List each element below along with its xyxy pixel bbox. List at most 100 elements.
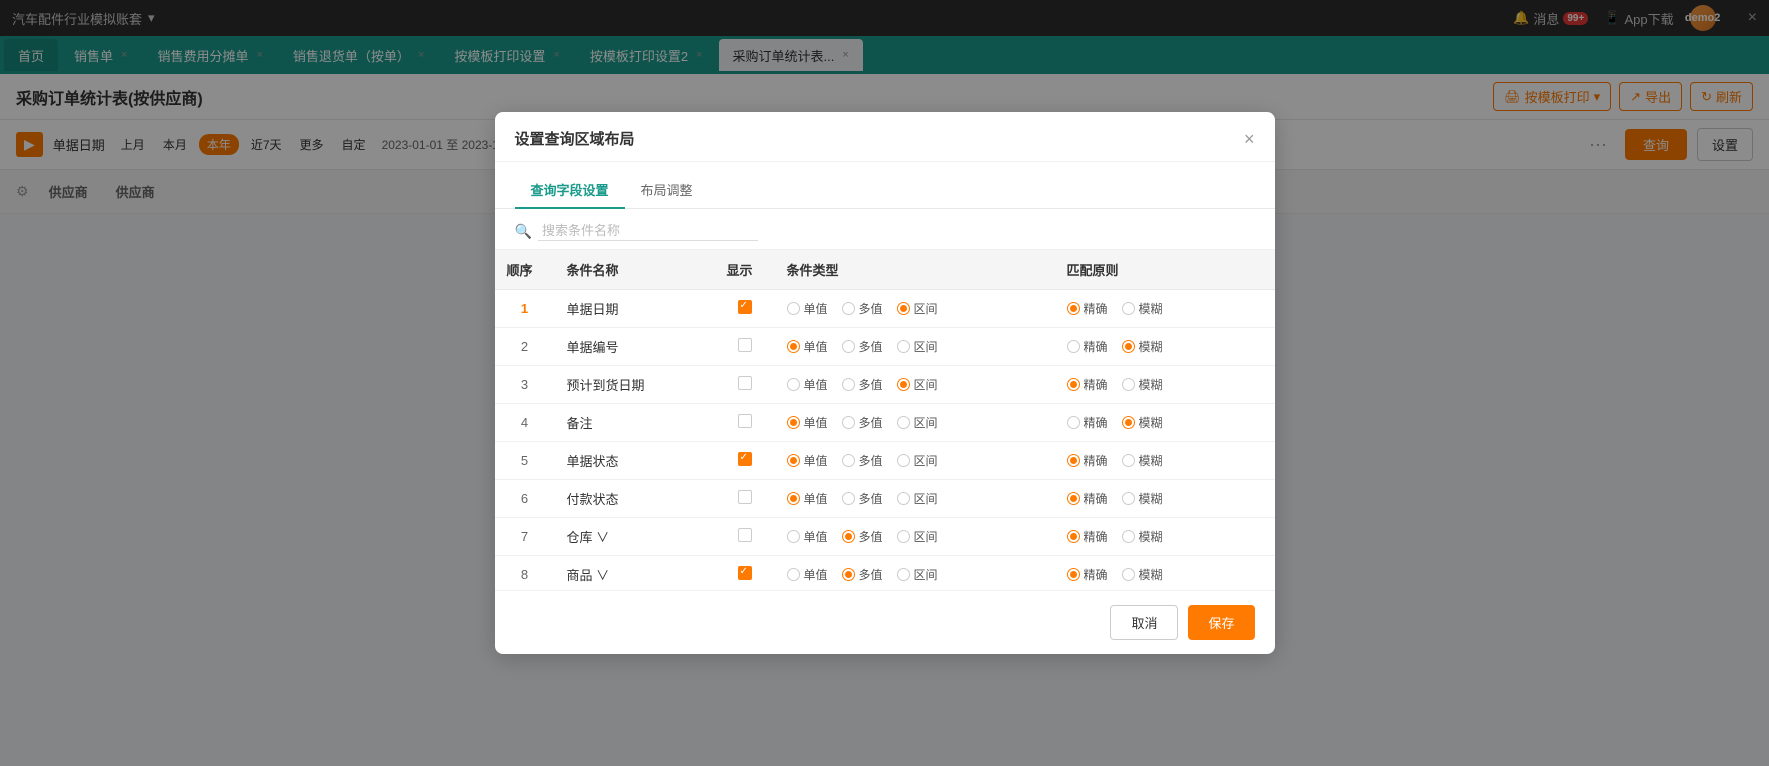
row-display-checkbox[interactable] (715, 556, 775, 591)
radio-label: 区间 (914, 452, 938, 469)
match-radio-item[interactable]: 精确 (1067, 376, 1108, 393)
type-radio-item[interactable]: 区间 (897, 566, 938, 583)
type-radio-item[interactable]: 单值 (787, 414, 828, 431)
radio-label: 区间 (914, 528, 938, 545)
radio-label: 区间 (914, 338, 938, 355)
row-display-checkbox[interactable] (715, 518, 775, 556)
row-name: 单据状态 (555, 442, 715, 480)
type-radio-item[interactable]: 多值 (842, 452, 883, 469)
match-radio-item[interactable]: 模糊 (1122, 414, 1163, 431)
type-radio-item[interactable]: 单值 (787, 300, 828, 317)
radio-label: 区间 (914, 566, 938, 583)
type-radio-item[interactable]: 多值 (842, 566, 883, 583)
match-radio-item[interactable]: 精确 (1067, 452, 1108, 469)
radio-icon (1122, 416, 1135, 429)
type-radio-item[interactable]: 多值 (842, 414, 883, 431)
type-radio-item[interactable]: 多值 (842, 300, 883, 317)
row-name: 单据编号 (555, 328, 715, 366)
display-checkbox[interactable] (738, 300, 752, 314)
match-radio-item[interactable]: 模糊 (1122, 528, 1163, 545)
row-match: 精确模糊 (1055, 556, 1275, 591)
type-radio-item[interactable]: 单值 (787, 376, 828, 393)
row-type: 单值多值 区间 (775, 328, 1055, 366)
type-radio-item[interactable]: 单值 (787, 528, 828, 545)
tab-query-fields[interactable]: 查询字段设置 (515, 172, 625, 209)
match-radio-item[interactable]: 模糊 (1122, 376, 1163, 393)
radio-label: 单值 (804, 452, 828, 469)
radio-label: 多值 (859, 566, 883, 583)
radio-icon (787, 340, 800, 353)
type-radio-item[interactable]: 区间 (897, 376, 938, 393)
tab-layout-adjust[interactable]: 布局调整 (625, 172, 709, 209)
cancel-button[interactable]: 取消 (1110, 605, 1178, 640)
display-checkbox[interactable] (738, 414, 752, 428)
display-checkbox[interactable] (738, 566, 752, 580)
display-checkbox[interactable] (738, 338, 752, 352)
table-row: 2单据编号单值多值区间精确模糊 (495, 328, 1275, 366)
match-radio-item[interactable]: 精确 (1067, 566, 1108, 583)
row-display-checkbox[interactable] (715, 404, 775, 442)
search-input[interactable] (538, 221, 758, 241)
row-match: 精确 模糊 (1055, 480, 1275, 518)
radio-icon (1067, 492, 1080, 505)
type-radio-item[interactable]: 区间 (897, 338, 938, 355)
match-radio-item[interactable]: 模糊 (1122, 490, 1163, 507)
row-order: 4 (495, 404, 555, 442)
display-checkbox[interactable] (738, 376, 752, 390)
type-radio-item[interactable]: 多值 (842, 490, 883, 507)
type-radio-item[interactable]: 多值 (842, 338, 883, 355)
radio-label: 精确 (1084, 452, 1108, 469)
radio-icon (897, 454, 910, 467)
config-table-scroll[interactable]: 顺序 条件名称 显示 条件类型 匹配原则 1单据日期单值多值区间精确模糊2单据编… (495, 250, 1275, 590)
row-display-checkbox[interactable] (715, 366, 775, 404)
radio-label: 精确 (1084, 490, 1108, 507)
type-radio-item[interactable]: 区间 (897, 490, 938, 507)
radio-label: 区间 (914, 376, 938, 393)
radio-icon (897, 492, 910, 505)
radio-label: 单值 (804, 338, 828, 355)
type-radio-item[interactable]: 多值 (842, 376, 883, 393)
radio-label: 多值 (859, 376, 883, 393)
row-display-checkbox[interactable] (715, 480, 775, 518)
type-radio-item[interactable]: 区间 (897, 300, 938, 317)
save-button[interactable]: 保存 (1188, 605, 1254, 640)
radio-label: 单值 (804, 566, 828, 583)
match-radio-item[interactable]: 模糊 (1122, 566, 1163, 583)
row-name: 付款状态 (555, 480, 715, 518)
type-radio-item[interactable]: 区间 (897, 452, 938, 469)
display-checkbox[interactable] (738, 452, 752, 466)
match-radio-item[interactable]: 模糊 (1122, 300, 1163, 317)
type-radio-item[interactable]: 多值 (842, 528, 883, 545)
row-display-checkbox[interactable] (715, 442, 775, 480)
radio-label: 区间 (914, 414, 938, 431)
radio-label: 模糊 (1139, 490, 1163, 507)
radio-icon (787, 492, 800, 505)
row-order: 3 (495, 366, 555, 404)
match-radio-item[interactable]: 模糊 (1122, 452, 1163, 469)
radio-icon (787, 378, 800, 391)
match-radio-item[interactable]: 精确 (1067, 490, 1108, 507)
modal-close-button[interactable]: × (1244, 130, 1255, 148)
type-radio-item[interactable]: 单值 (787, 566, 828, 583)
radio-icon (1067, 302, 1080, 315)
row-display-checkbox[interactable] (715, 290, 775, 328)
type-radio-item[interactable]: 单值 (787, 338, 828, 355)
match-radio-item[interactable]: 精确 (1067, 338, 1108, 355)
radio-icon (1067, 568, 1080, 581)
match-radio-item[interactable]: 精确 (1067, 300, 1108, 317)
row-match: 精确模糊 (1055, 404, 1275, 442)
match-radio-item[interactable]: 精确 (1067, 528, 1108, 545)
display-checkbox[interactable] (738, 528, 752, 542)
radio-label: 多值 (859, 528, 883, 545)
row-display-checkbox[interactable] (715, 328, 775, 366)
type-radio-item[interactable]: 区间 (897, 528, 938, 545)
type-radio-item[interactable]: 区间 (897, 414, 938, 431)
modal-header: 设置查询区域布局 × (495, 112, 1275, 162)
match-radio-item[interactable]: 模糊 (1122, 338, 1163, 355)
type-radio-item[interactable]: 单值 (787, 490, 828, 507)
display-checkbox[interactable] (738, 490, 752, 504)
table-row: 3预计到货日期单值多值区间精确模糊 (495, 366, 1275, 404)
match-radio-item[interactable]: 精确 (1067, 414, 1108, 431)
modal-title: 设置查询区域布局 (515, 128, 635, 149)
type-radio-item[interactable]: 单值 (787, 452, 828, 469)
